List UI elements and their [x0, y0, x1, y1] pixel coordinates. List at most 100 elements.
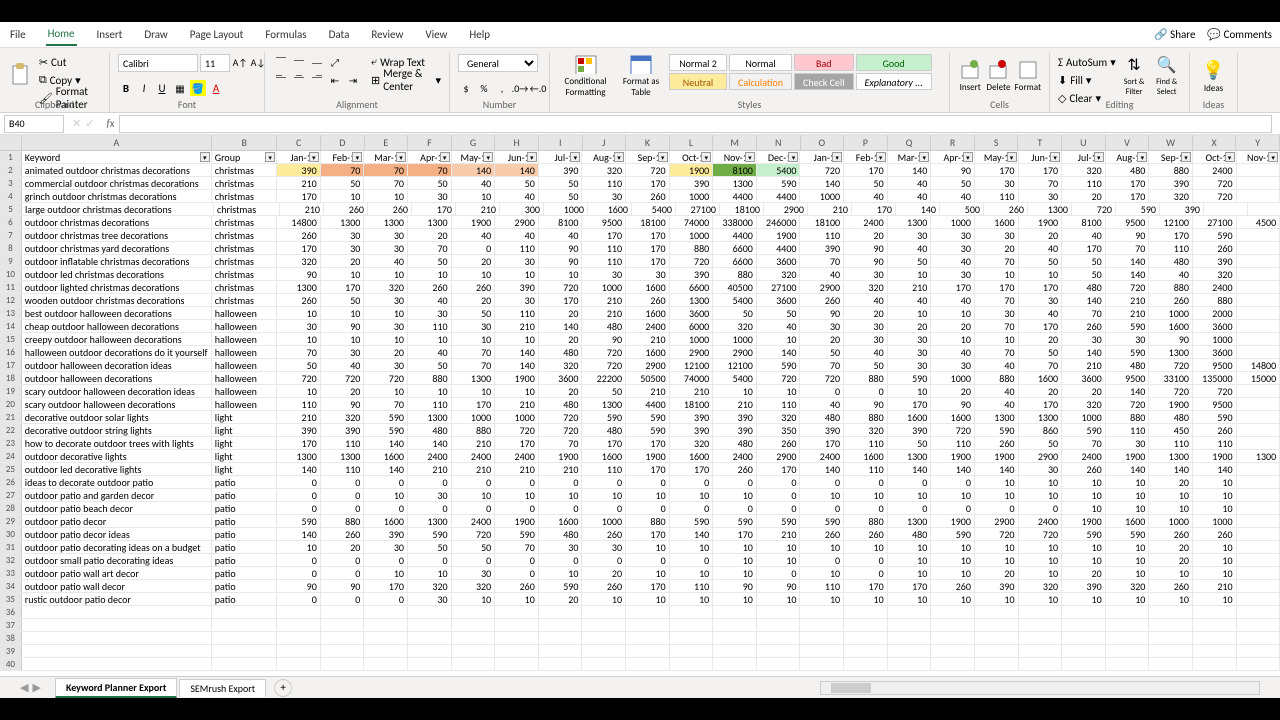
data-cell[interactable]: 20 [1149, 541, 1193, 553]
increase-font-button[interactable]: A↑ [232, 54, 248, 70]
data-cell[interactable]: 2900 [757, 450, 801, 462]
data-cell[interactable]: 27100 [676, 203, 720, 215]
data-cell[interactable]: 2900 [800, 281, 844, 293]
data-cell[interactable]: 590 [1062, 528, 1106, 540]
data-cell[interactable]: 10 [1149, 502, 1193, 514]
data-cell[interactable]: 110 [1062, 177, 1106, 189]
data-cell[interactable]: 590 [626, 411, 670, 423]
data-cell[interactable]: 320 [582, 164, 626, 176]
data-cell[interactable]: 30 [582, 541, 626, 553]
data-cell[interactable]: 10 [931, 541, 975, 553]
data-cell[interactable]: 50 [800, 346, 844, 358]
data-cell[interactable]: 1300 [408, 216, 452, 228]
col-header-F[interactable]: F [408, 135, 452, 150]
data-cell[interactable]: 20 [452, 255, 496, 267]
row-header[interactable]: 20 [0, 398, 22, 410]
data-cell[interactable]: 10 [800, 541, 844, 553]
data-cell[interactable]: 40 [975, 398, 1019, 410]
data-cell[interactable]: 480 [1062, 281, 1106, 293]
data-cell[interactable]: 50 [582, 385, 626, 397]
data-cell[interactable]: 880 [713, 268, 757, 280]
data-cell[interactable]: 10 [1019, 593, 1063, 605]
data-cell[interactable]: 90 [277, 268, 321, 280]
align-middle[interactable] [291, 54, 307, 68]
data-cell[interactable]: 9500 [1106, 372, 1150, 384]
data-cell[interactable]: 10 [364, 567, 408, 579]
row-header[interactable]: 16 [0, 346, 22, 358]
data-cell[interactable] [1237, 164, 1280, 176]
header-cell[interactable]: Jan-17▾ [277, 151, 321, 163]
data-cell[interactable]: 30 [975, 177, 1019, 189]
data-cell[interactable]: 30 [626, 268, 670, 280]
data-cell[interactable]: 2400 [452, 450, 496, 462]
row-header[interactable]: 9 [0, 255, 22, 267]
data-cell[interactable]: 50 [844, 177, 888, 189]
data-cell[interactable]: 18100 [720, 203, 764, 215]
keyword-cell[interactable]: large outdoor christmas decorations [22, 203, 214, 215]
data-cell[interactable]: 10 [975, 541, 1019, 553]
data-cell[interactable]: 70 [975, 255, 1019, 267]
data-cell[interactable]: 320 [670, 437, 714, 449]
data-cell[interactable]: 50 [408, 541, 452, 553]
filter-arrow-icon[interactable]: ▾ [963, 152, 973, 162]
data-cell[interactable]: 30 [931, 229, 975, 241]
keyword-cell[interactable]: rustic outdoor patio decor [22, 593, 212, 605]
data-cell[interactable]: 140 [888, 463, 932, 475]
data-cell[interactable]: 880 [844, 515, 888, 527]
data-cell[interactable]: 20 [1149, 476, 1193, 488]
header-cell[interactable]: Nov-18▾ [1237, 151, 1280, 163]
data-cell[interactable]: 10 [713, 541, 757, 553]
data-cell[interactable]: 1300 [1019, 411, 1063, 423]
data-cell[interactable]: 720 [1072, 203, 1116, 215]
data-cell[interactable]: 590 [713, 515, 757, 527]
data-cell[interactable]: 90 [931, 398, 975, 410]
data-cell[interactable]: 170 [277, 437, 321, 449]
data-cell[interactable]: 10 [408, 333, 452, 345]
col-header-S[interactable]: S [975, 135, 1019, 150]
keyword-cell[interactable]: animated outdoor christmas decorations [22, 164, 212, 176]
data-cell[interactable]: 0 [539, 476, 583, 488]
keyword-cell[interactable]: outdoor led decorative lights [22, 463, 212, 475]
data-cell[interactable]: 2400 [1019, 515, 1063, 527]
data-cell[interactable]: 590 [364, 411, 408, 423]
data-cell[interactable]: 590 [495, 528, 539, 540]
data-cell[interactable]: 90 [582, 333, 626, 345]
data-cell[interactable]: 10 [364, 489, 408, 501]
data-cell[interactable]: 50 [931, 177, 975, 189]
data-cell[interactable]: 390 [800, 424, 844, 436]
data-cell[interactable]: 0 [800, 476, 844, 488]
data-cell[interactable]: 10 [452, 268, 496, 280]
data-cell[interactable]: 0 [713, 476, 757, 488]
data-cell[interactable]: 10 [452, 593, 496, 605]
header-cell[interactable]: Sep-17▾ [626, 151, 670, 163]
data-cell[interactable] [1237, 255, 1280, 267]
data-cell[interactable]: 30 [1019, 190, 1063, 202]
group-cell[interactable]: patio [212, 515, 277, 527]
data-cell[interactable]: 30 [844, 333, 888, 345]
data-cell[interactable]: 110 [321, 463, 365, 475]
data-cell[interactable]: 860 [1019, 424, 1063, 436]
row-header[interactable]: 29 [0, 515, 22, 527]
data-cell[interactable]: 0 [408, 502, 452, 514]
data-cell[interactable]: 880 [1193, 294, 1237, 306]
data-cell[interactable]: 20 [539, 307, 583, 319]
data-cell[interactable]: 50 [757, 307, 801, 319]
group-cell[interactable]: patio [212, 502, 277, 514]
group-cell[interactable]: light [212, 411, 277, 423]
data-cell[interactable]: 10 [1062, 476, 1106, 488]
data-cell[interactable] [1237, 489, 1280, 501]
data-cell[interactable]: 0 [670, 502, 714, 514]
data-cell[interactable]: 4400 [757, 242, 801, 254]
group-cell[interactable]: halloween [212, 372, 277, 384]
data-cell[interactable]: 1600 [931, 411, 975, 423]
filter-arrow-icon[interactable]: ▾ [309, 152, 319, 162]
data-cell[interactable]: 170 [713, 528, 757, 540]
keyword-cell[interactable]: outdoor patio beach decor [22, 502, 212, 514]
data-cell[interactable]: 0 [757, 489, 801, 501]
style-calc[interactable]: Calculation [729, 73, 792, 90]
data-cell[interactable]: 1900 [539, 450, 583, 462]
data-cell[interactable]: 0 [277, 476, 321, 488]
data-cell[interactable]: 1900 [931, 515, 975, 527]
data-cell[interactable]: 140 [800, 463, 844, 475]
row-header[interactable]: 8 [0, 242, 22, 254]
